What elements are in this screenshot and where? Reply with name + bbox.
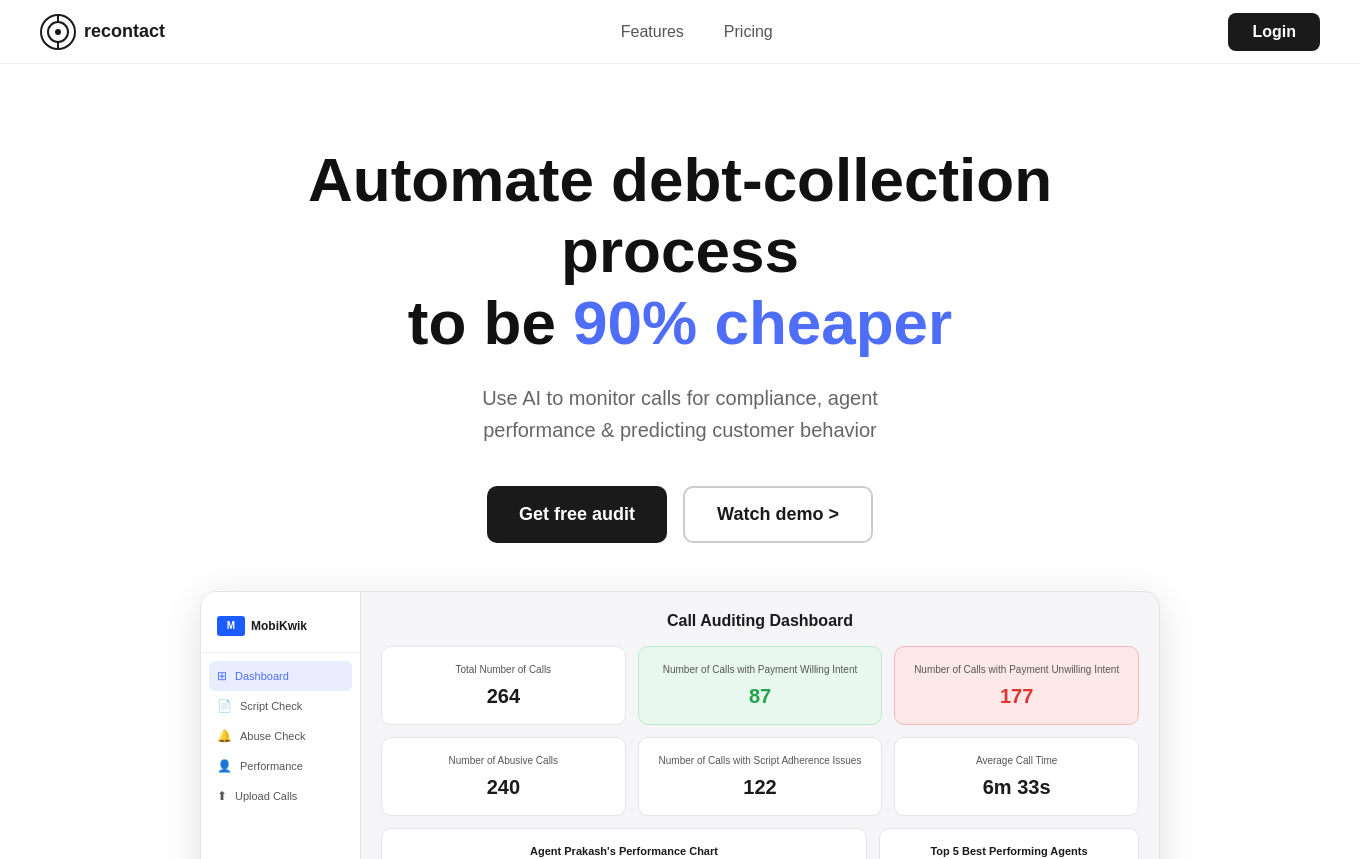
card-total-label: Total Number of Calls [398,663,609,677]
sidebar-item-upload[interactable]: ⬆ Upload Calls [201,781,360,811]
cards-row-2: Number of Abusive Calls 240 Number of Ca… [381,737,1139,816]
chart-title: Agent Prakash's Performance Chart [398,845,850,857]
card-calltime: Average Call Time 6m 33s [894,737,1139,816]
navbar: recontact Features Pricing Login [0,0,1360,64]
hero-title-accent: 90% cheaper [573,288,952,357]
dashboard-main: Call Auditing Dashboard Total Number of … [361,592,1159,859]
sidebar-label-abuse: Abuse Check [240,730,305,742]
cta-secondary-button[interactable]: Watch demo > [683,486,873,543]
card-script-label: Number of Calls with Script Adherence Is… [655,754,866,768]
sidebar-logo: M MobiKwik [201,608,360,653]
hero-section: Automate debt-collection process to be 9… [0,64,1360,859]
card-calltime-label: Average Call Time [911,754,1122,768]
sidebar-brand: MobiKwik [251,619,307,633]
card-total-value: 264 [398,685,609,708]
hero-buttons: Get free audit Watch demo > [40,486,1320,543]
card-willing-label: Number of Calls with Payment Willing Int… [655,663,866,677]
nav-features[interactable]: Features [621,23,684,41]
sidebar-item-performance[interactable]: 👤 Performance [201,751,360,781]
agents-card: Top 5 Best Performing Agents Agent Name … [879,828,1139,859]
dashboard-icon: ⊞ [217,669,227,683]
dashboard-title: Call Auditing Dashboard [381,612,1139,630]
hero-title-part1: Automate debt-collection process [308,145,1052,285]
performance-icon: 👤 [217,759,232,773]
agents-title: Top 5 Best Performing Agents [896,845,1122,857]
sidebar-label-script: Script Check [240,700,302,712]
card-total-calls: Total Number of Calls 264 [381,646,626,725]
sidebar-item-script[interactable]: 📄 Script Check [201,691,360,721]
card-script-value: 122 [655,776,866,799]
logo-icon [40,14,76,50]
hero-subtitle: Use AI to monitor calls for compliance, … [360,382,1000,446]
upload-icon: ⬆ [217,789,227,803]
dashboard-preview: M MobiKwik ⊞ Dashboard 📄 Script Check 🔔 … [200,591,1160,859]
card-abusive-label: Number of Abusive Calls [398,754,609,768]
card-unwilling-value: 177 [911,685,1122,708]
card-abusive: Number of Abusive Calls 240 [381,737,626,816]
card-willing-value: 87 [655,685,866,708]
svg-point-2 [55,29,61,35]
login-button[interactable]: Login [1228,13,1320,51]
sidebar: M MobiKwik ⊞ Dashboard 📄 Script Check 🔔 … [201,592,361,859]
hero-title-part2: to be [408,288,573,357]
hero-title: Automate debt-collection process to be 9… [230,144,1130,358]
script-icon: 📄 [217,699,232,713]
card-calltime-value: 6m 33s [911,776,1122,799]
logo-text: recontact [84,21,165,42]
sidebar-label-upload: Upload Calls [235,790,297,802]
sidebar-item-dashboard[interactable]: ⊞ Dashboard [209,661,352,691]
hero-subtitle-line2: performance & predicting customer behavi… [483,419,877,441]
bottom-row: Agent Prakash's Performance Chart 10 5 0… [381,828,1139,859]
card-unwilling-label: Number of Calls with Payment Unwilling I… [911,663,1122,677]
cta-primary-button[interactable]: Get free audit [487,486,667,543]
logo-link[interactable]: recontact [40,14,165,50]
hero-subtitle-line1: Use AI to monitor calls for compliance, … [482,387,878,409]
nav-links: Features Pricing [621,23,773,41]
sidebar-item-abuse[interactable]: 🔔 Abuse Check [201,721,360,751]
card-script: Number of Calls with Script Adherence Is… [638,737,883,816]
cards-row-1: Total Number of Calls 264 Number of Call… [381,646,1139,725]
sidebar-logo-icon: M [217,616,245,636]
sidebar-label-performance: Performance [240,760,303,772]
card-willing: Number of Calls with Payment Willing Int… [638,646,883,725]
card-abusive-value: 240 [398,776,609,799]
card-unwilling: Number of Calls with Payment Unwilling I… [894,646,1139,725]
performance-chart-card: Agent Prakash's Performance Chart 10 5 0 [381,828,867,859]
sidebar-label-dashboard: Dashboard [235,670,289,682]
nav-pricing[interactable]: Pricing [724,23,773,41]
abuse-icon: 🔔 [217,729,232,743]
